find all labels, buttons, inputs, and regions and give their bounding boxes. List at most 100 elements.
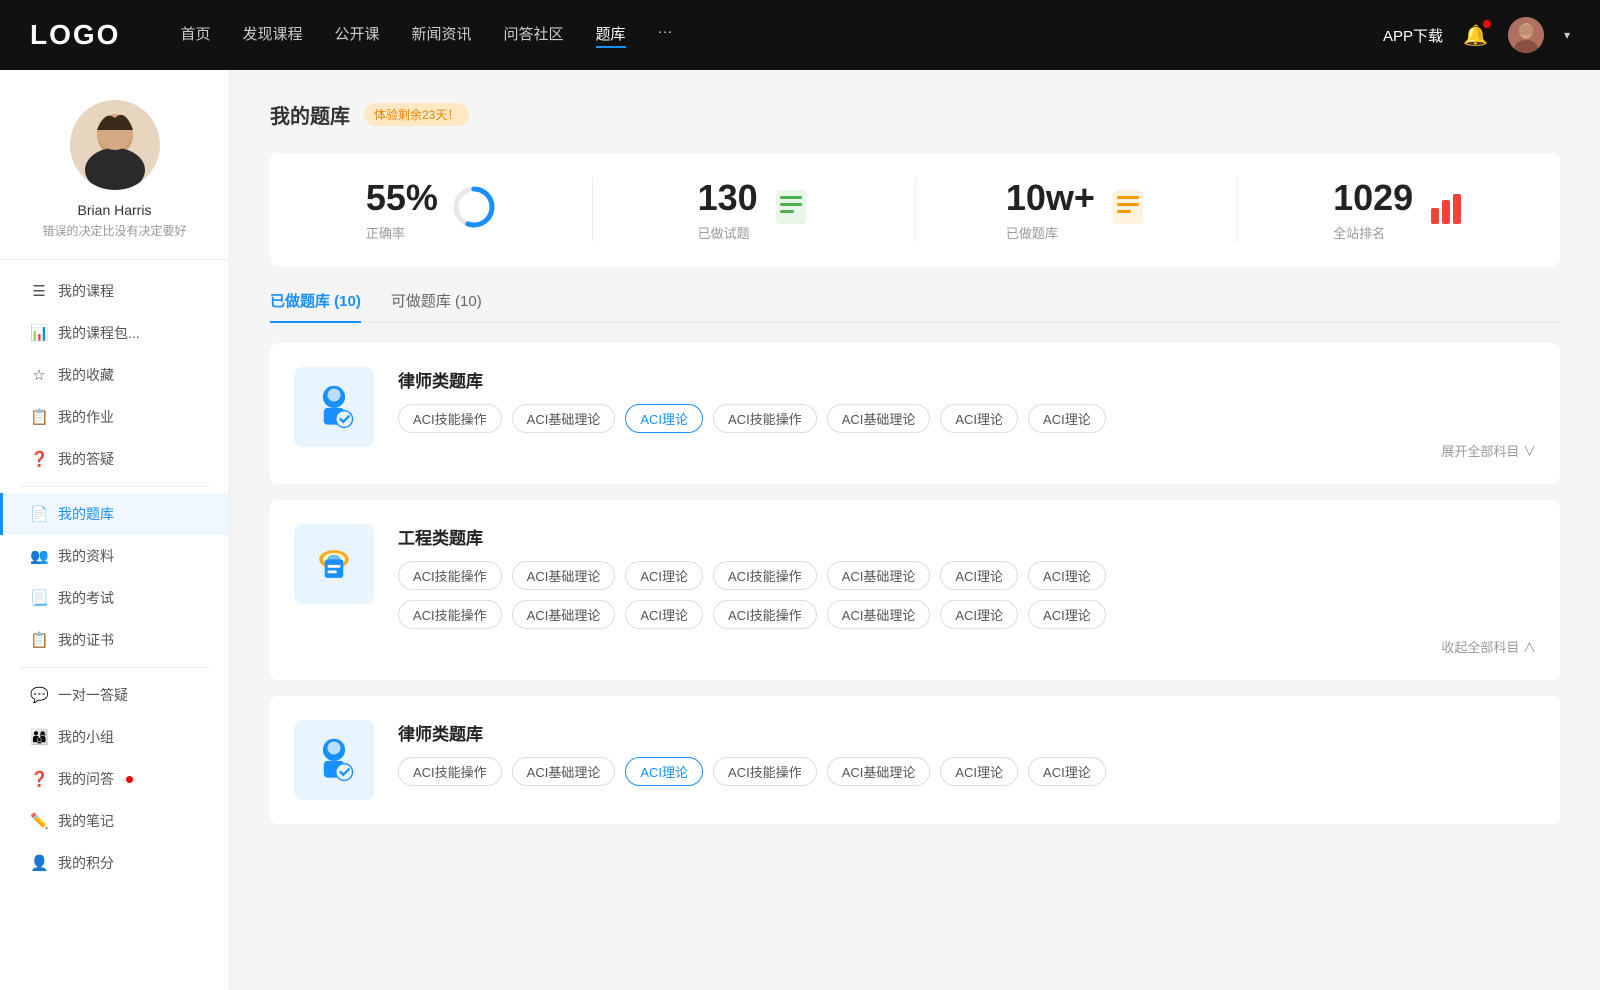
nav-open-course[interactable]: 公开课 <box>334 23 379 48</box>
sidebar-item-notes[interactable]: ✏️ 我的笔记 <box>0 800 229 842</box>
tag[interactable]: ACI基础理论 <box>827 404 931 433</box>
favorites-icon: ☆ <box>30 366 48 384</box>
sidebar-item-label: 我的题库 <box>58 504 114 524</box>
nav-qa[interactable]: 问答社区 <box>504 23 564 48</box>
sidebar-item-label: 我的小组 <box>58 727 114 747</box>
tab-done[interactable]: 已做题库 (10) <box>270 290 361 321</box>
sidebar-item-my-qa[interactable]: ❓ 我的问答 <box>0 758 229 800</box>
sidebar-item-label: 我的课程 <box>58 281 114 301</box>
sidebar-item-one-on-one[interactable]: 💬 一对一答疑 <box>0 674 229 716</box>
tag[interactable]: ACI基础理论 <box>512 600 616 629</box>
nav-home[interactable]: 首页 <box>180 23 210 48</box>
stat-ranking-content: 1029 全站排名 <box>1333 177 1413 242</box>
tag-active[interactable]: ACI理论 <box>625 757 703 786</box>
questions-value: 130 <box>698 177 758 219</box>
bank-card-engineering-title: 工程类题库 <box>398 524 1536 549</box>
materials-icon: 👥 <box>30 547 48 565</box>
tag[interactable]: ACI理论 <box>940 757 1018 786</box>
tag[interactable]: ACI理论 <box>1028 561 1106 590</box>
bank-card-lawyer-2-title: 律师类题库 <box>398 720 1536 745</box>
page-header: 我的题库 体验剩余23天！ <box>270 100 1560 129</box>
page-title: 我的题库 <box>270 100 350 129</box>
tag[interactable]: ACI理论 <box>1028 757 1106 786</box>
nav-news[interactable]: 新闻资讯 <box>412 23 472 48</box>
stat-banks: 10w+ 已做题库 <box>916 177 1239 242</box>
sidebar-item-exam[interactable]: 📃 我的考试 <box>0 577 229 619</box>
sidebar-item-label: 我的问答 <box>58 769 114 789</box>
tag[interactable]: ACI理论 <box>625 561 703 590</box>
tag[interactable]: ACI技能操作 <box>713 561 817 590</box>
lawyer-bank-icon <box>294 367 374 447</box>
tab-available[interactable]: 可做题库 (10) <box>391 290 482 321</box>
stats-row: 55% 正确率 130 已做试题 <box>270 153 1560 266</box>
nav-more[interactable]: ··· <box>658 23 673 48</box>
bank-card-engineering-tags-row1: ACI技能操作 ACI基础理论 ACI理论 ACI技能操作 ACI基础理论 AC… <box>398 561 1536 590</box>
tag[interactable]: ACI基础理论 <box>827 600 931 629</box>
tag[interactable]: ACI技能操作 <box>398 757 502 786</box>
nav-discover[interactable]: 发现课程 <box>242 23 302 48</box>
expand-engineering[interactable]: 收起全部科目 ∧ <box>398 637 1536 656</box>
main-layout: Brian Harris 错误的决定比没有决定要好 ☰ 我的课程 📊 我的课程包… <box>0 70 1600 990</box>
questions-icon <box>772 188 810 231</box>
bank-card-engineering-tags-row2: ACI技能操作 ACI基础理论 ACI理论 ACI技能操作 ACI基础理论 AC… <box>398 600 1536 629</box>
tag[interactable]: ACI理论 <box>940 600 1018 629</box>
sidebar: Brian Harris 错误的决定比没有决定要好 ☰ 我的课程 📊 我的课程包… <box>0 70 230 990</box>
bank-card-lawyer-1-content: 律师类题库 ACI技能操作 ACI基础理论 ACI理论 ACI技能操作 ACI基… <box>398 367 1536 460</box>
sidebar-item-my-courses[interactable]: ☰ 我的课程 <box>0 270 229 312</box>
notification-bell[interactable]: 🔔 <box>1463 23 1488 48</box>
tag[interactable]: ACI基础理论 <box>827 757 931 786</box>
sidebar-item-favorites[interactable]: ☆ 我的收藏 <box>0 354 229 396</box>
course-package-icon: 📊 <box>30 324 48 342</box>
sidebar-item-certificate[interactable]: 📋 我的证书 <box>0 619 229 661</box>
nav-right: APP下载 🔔 ▾ <box>1383 17 1570 53</box>
stat-questions: 130 已做试题 <box>593 177 916 242</box>
qa-icon: ❓ <box>30 450 48 468</box>
sidebar-item-group[interactable]: 👨‍👩‍👦 我的小组 <box>0 716 229 758</box>
sidebar-item-points[interactable]: 👤 我的积分 <box>0 842 229 884</box>
stat-accuracy: 55% 正确率 <box>270 177 593 242</box>
tag[interactable]: ACI理论 <box>625 600 703 629</box>
tag[interactable]: ACI理论 <box>1028 600 1106 629</box>
expand-lawyer-1[interactable]: 展开全部科目 ∨ <box>398 441 1536 460</box>
tag[interactable]: ACI技能操作 <box>398 600 502 629</box>
banks-value: 10w+ <box>1006 177 1095 219</box>
nav-question-bank[interactable]: 题库 <box>596 23 626 48</box>
tag[interactable]: ACI技能操作 <box>713 757 817 786</box>
sidebar-item-question-bank[interactable]: 📄 我的题库 <box>0 493 229 535</box>
accuracy-icon <box>452 185 496 234</box>
tag[interactable]: ACI理论 <box>940 561 1018 590</box>
tag-active[interactable]: ACI理论 <box>625 404 703 433</box>
sidebar-item-homework[interactable]: 📋 我的作业 <box>0 396 229 438</box>
sidebar-item-label: 我的收藏 <box>58 365 114 385</box>
stat-accuracy-content: 55% 正确率 <box>366 177 438 242</box>
app-download-button[interactable]: APP下载 <box>1383 25 1443 46</box>
sidebar-item-label: 我的课程包... <box>58 323 140 343</box>
tag[interactable]: ACI基础理论 <box>512 757 616 786</box>
ranking-icon <box>1427 188 1465 231</box>
user-dropdown-icon[interactable]: ▾ <box>1564 28 1570 42</box>
trial-badge: 体验剩余23天！ <box>364 103 469 126</box>
accuracy-label: 正确率 <box>366 223 438 242</box>
tag[interactable]: ACI技能操作 <box>398 404 502 433</box>
tag[interactable]: ACI技能操作 <box>713 404 817 433</box>
bank-card-engineering-content: 工程类题库 ACI技能操作 ACI基础理论 ACI理论 ACI技能操作 ACI基… <box>398 524 1536 656</box>
sidebar-item-materials[interactable]: 👥 我的资料 <box>0 535 229 577</box>
sidebar-divider-2 <box>20 667 209 668</box>
user-motto: 错误的决定比没有决定要好 <box>42 222 186 239</box>
tag[interactable]: ACI基础理论 <box>827 561 931 590</box>
tag[interactable]: ACI技能操作 <box>398 561 502 590</box>
sidebar-item-course-package[interactable]: 📊 我的课程包... <box>0 312 229 354</box>
stat-questions-content: 130 已做试题 <box>698 177 758 242</box>
tag[interactable]: ACI基础理论 <box>512 561 616 590</box>
logo[interactable]: LOGO <box>30 19 120 51</box>
exam-icon: 📃 <box>30 589 48 607</box>
tag[interactable]: ACI理论 <box>940 404 1018 433</box>
question-bank-icon: 📄 <box>30 505 48 523</box>
sidebar-item-qa[interactable]: ❓ 我的答疑 <box>0 438 229 480</box>
user-avatar[interactable] <box>1508 17 1544 53</box>
tag[interactable]: ACI技能操作 <box>713 600 817 629</box>
tag[interactable]: ACI基础理论 <box>512 404 616 433</box>
bank-card-lawyer-1-title: 律师类题库 <box>398 367 1536 392</box>
tag[interactable]: ACI理论 <box>1028 404 1106 433</box>
bank-card-lawyer-2-content: 律师类题库 ACI技能操作 ACI基础理论 ACI理论 ACI技能操作 ACI基… <box>398 720 1536 786</box>
